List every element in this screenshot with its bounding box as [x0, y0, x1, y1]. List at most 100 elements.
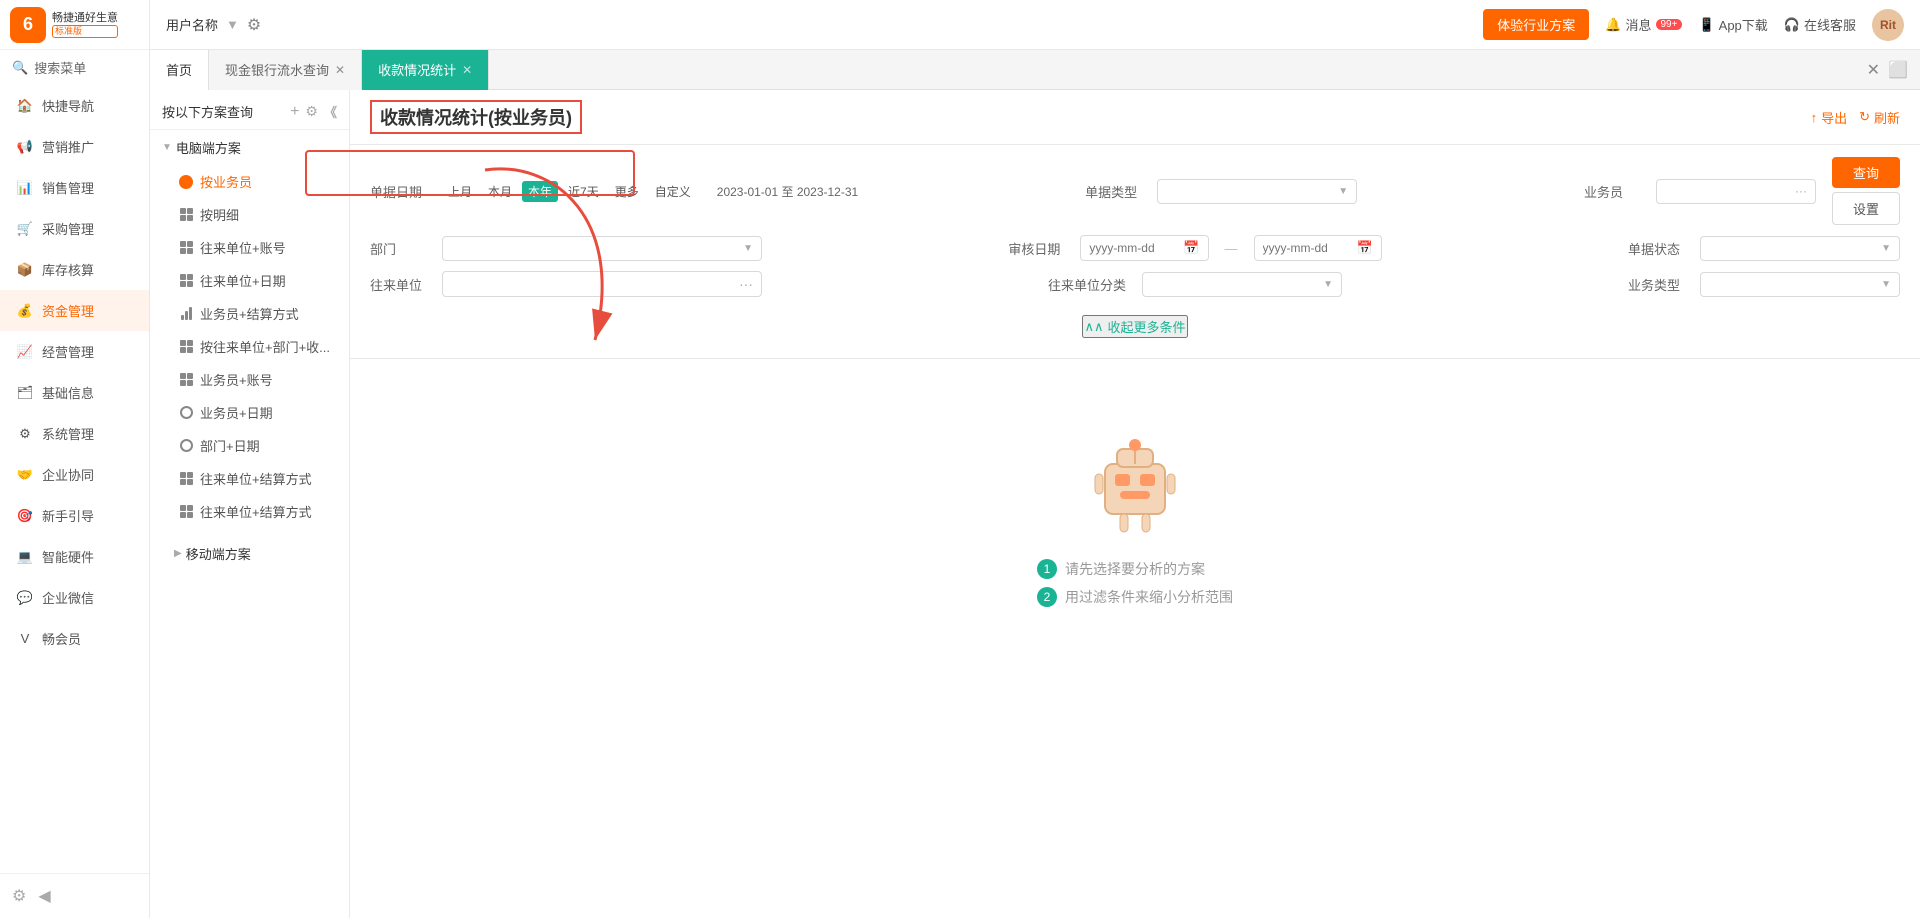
logo-area: 6 畅捷通好生意 标准版	[0, 0, 149, 50]
empty-illustration	[1075, 419, 1195, 539]
tab-collection-close[interactable]: ✕	[462, 63, 472, 77]
review-start-field[interactable]	[1089, 241, 1179, 255]
scheme-item-salesman-date[interactable]: 业务员+日期	[150, 396, 349, 429]
scheme-item-salesman[interactable]: 按业务员	[150, 165, 349, 198]
mobile-group-title[interactable]: ▶ 移动端方案	[162, 536, 337, 571]
tab-maximize[interactable]: ⬜	[1888, 60, 1908, 80]
doc-status-select[interactable]: ▼	[1700, 236, 1900, 261]
header-settings-icon[interactable]: ⚙	[247, 15, 261, 35]
date-tab-this-month[interactable]: 本月	[482, 181, 518, 202]
scheme-icon-circle	[178, 174, 194, 190]
box-icon: 📦	[16, 261, 34, 279]
footer-settings-icon[interactable]: ⚙	[12, 886, 26, 906]
query-btn[interactable]: 查询	[1832, 157, 1900, 188]
scheme-item-detail[interactable]: 按明细	[150, 198, 349, 231]
sidebar-item-quicknav[interactable]: 🏠 快捷导航	[0, 85, 149, 126]
footer-collapse-icon[interactable]: ◀	[38, 886, 50, 906]
scheme-item-unit-account[interactable]: 往来单位+账号	[150, 231, 349, 264]
app-download-btn[interactable]: 📱 App下载	[1698, 15, 1767, 34]
export-btn[interactable]: ↑ 导出	[1811, 108, 1848, 127]
sidebar-item-operation[interactable]: 📈 经营管理	[0, 331, 149, 372]
notifications-btn[interactable]: 🔔 消息 99+	[1605, 15, 1682, 34]
sidebar-item-basic[interactable]: 🗂 基础信息	[0, 372, 149, 413]
calendar-icon-1[interactable]: 📅	[1183, 240, 1199, 256]
sidebar-item-newbie[interactable]: 🎯 新手引导	[0, 495, 149, 536]
review-date-end-input[interactable]: 📅	[1254, 235, 1382, 261]
left-panel-collapse-icon[interactable]: 《	[324, 102, 337, 121]
scheme-icon-clock	[178, 438, 194, 454]
left-panel-settings-icon[interactable]: ⚙	[305, 103, 318, 120]
top-header: 用户名称 ▼ ⚙ 体验行业方案 🔔 消息 99+ 📱 App下载 🎧 在线客服 …	[150, 0, 1920, 50]
scheme-item-salesman-account[interactable]: 业务员+账号	[150, 363, 349, 396]
sidebar-item-system[interactable]: ⚙ 系统管理	[0, 413, 149, 454]
desktop-scheme-group: ▼ 电脑端方案 按业务员 按明细	[150, 130, 349, 528]
sidebar-item-inventory[interactable]: 📦 库存核算	[0, 249, 149, 290]
doc-type-select[interactable]: ▼	[1157, 179, 1357, 204]
date-label: 单据日期	[370, 182, 426, 201]
sidebar-item-purchase[interactable]: 🛒 采购管理	[0, 208, 149, 249]
sidebar-item-finance[interactable]: 💰 资金管理	[0, 290, 149, 331]
review-date-label: 审核日期	[1008, 239, 1064, 258]
headset-icon: 🎧	[1784, 17, 1800, 33]
date-tab-this-year[interactable]: 本年	[522, 181, 558, 202]
logo-icon: 6	[10, 7, 46, 43]
avatar[interactable]: Rit	[1872, 9, 1904, 41]
sidebar-item-sales[interactable]: 📊 销售管理	[0, 167, 149, 208]
mobile-scheme-group[interactable]: ▶ 移动端方案	[150, 528, 349, 579]
tab-close-window[interactable]: ✕	[1867, 60, 1880, 80]
scheme-item-unit-dept-collect[interactable]: 按往来单位+部门+收...	[150, 330, 349, 363]
business-type-label: 业务类型	[1628, 275, 1684, 294]
sidebar: 6 畅捷通好生意 标准版 🔍 搜索菜单 🏠 快捷导航 📢 营销推广 📊 销售管理…	[0, 0, 150, 918]
scheme-item-unit-date[interactable]: 往来单位+日期	[150, 264, 349, 297]
tab-bank-close[interactable]: ✕	[335, 63, 345, 77]
tab-bank[interactable]: 现金银行流水查询 ✕	[209, 50, 362, 90]
sidebar-item-coop[interactable]: 🤝 企业协同	[0, 454, 149, 495]
sidebar-item-wechat[interactable]: 💬 企业微信	[0, 577, 149, 618]
date-tab-last-month[interactable]: 上月	[442, 181, 478, 202]
dept-arrow-icon: ▼	[743, 243, 753, 254]
sidebar-item-member[interactable]: V 畅会员	[0, 618, 149, 659]
sidebar-search[interactable]: 🔍 搜索菜单	[0, 50, 149, 85]
review-date-start-input[interactable]: 📅	[1080, 235, 1208, 261]
vip-icon: V	[16, 630, 34, 648]
collapse-row: ∧∧ 收起更多条件	[370, 307, 1900, 346]
customer-service-btn[interactable]: 🎧 在线客服	[1784, 15, 1856, 34]
sidebar-item-marketing[interactable]: 📢 营销推广	[0, 126, 149, 167]
laptop-icon: 💻	[16, 548, 34, 566]
cart-icon: 🛒	[16, 220, 34, 238]
tab-collection[interactable]: 收款情况统计 ✕	[362, 50, 489, 90]
scheme-item-dept-date[interactable]: 部门+日期	[150, 429, 349, 462]
date-tab-custom[interactable]: 自定义	[649, 181, 697, 202]
doc-type-arrow-icon: ▼	[1338, 186, 1348, 197]
scheme-item-unit-settle2[interactable]: 往来单位+结算方式	[150, 495, 349, 528]
date-tab-more[interactable]: 更多	[609, 181, 645, 202]
desktop-group-title[interactable]: ▼ 电脑端方案	[150, 130, 349, 165]
tab-home[interactable]: 首页	[150, 50, 209, 90]
logo-text: 畅捷通好生意 标准版	[52, 11, 118, 39]
calendar-icon-2[interactable]: 📅	[1357, 240, 1373, 256]
scheme-item-unit-settle1[interactable]: 往来单位+结算方式	[150, 462, 349, 495]
sidebar-item-hardware[interactable]: 💻 智能硬件	[0, 536, 149, 577]
refresh-btn[interactable]: ↻ 刷新	[1859, 108, 1900, 127]
scheme-icon-grid3	[178, 273, 194, 289]
collapse-btn[interactable]: ∧∧ 收起更多条件	[1082, 315, 1187, 338]
counterpart-more-icon[interactable]: ···	[739, 276, 753, 292]
scheme-icon-grid7	[178, 504, 194, 520]
counterpart-type-select[interactable]: ▼	[1142, 272, 1342, 297]
header-dropdown-icon[interactable]: ▼	[226, 17, 239, 32]
dept-select[interactable]: ▼	[442, 236, 762, 261]
scheme-icon-grid2	[178, 240, 194, 256]
settings-btn[interactable]: 设置	[1832, 192, 1900, 225]
date-range-text: 2023-01-01 至 2023-12-31	[717, 183, 858, 200]
review-end-field[interactable]	[1263, 241, 1353, 255]
counterpart-select[interactable]: ···	[442, 271, 762, 297]
left-panel-add-btn[interactable]: +	[290, 103, 299, 121]
salesman-select[interactable]: ···	[1656, 179, 1816, 204]
trial-btn[interactable]: 体验行业方案	[1483, 9, 1589, 40]
business-type-select[interactable]: ▼	[1700, 272, 1900, 297]
bell-icon: 🔔	[1605, 17, 1621, 33]
date-tab-last7[interactable]: 近7天	[562, 181, 605, 202]
scheme-item-salesman-settle[interactable]: 业务员+结算方式	[150, 297, 349, 330]
group-arrow-icon: ▼	[162, 142, 172, 153]
scheme-icon-grid4	[178, 339, 194, 355]
